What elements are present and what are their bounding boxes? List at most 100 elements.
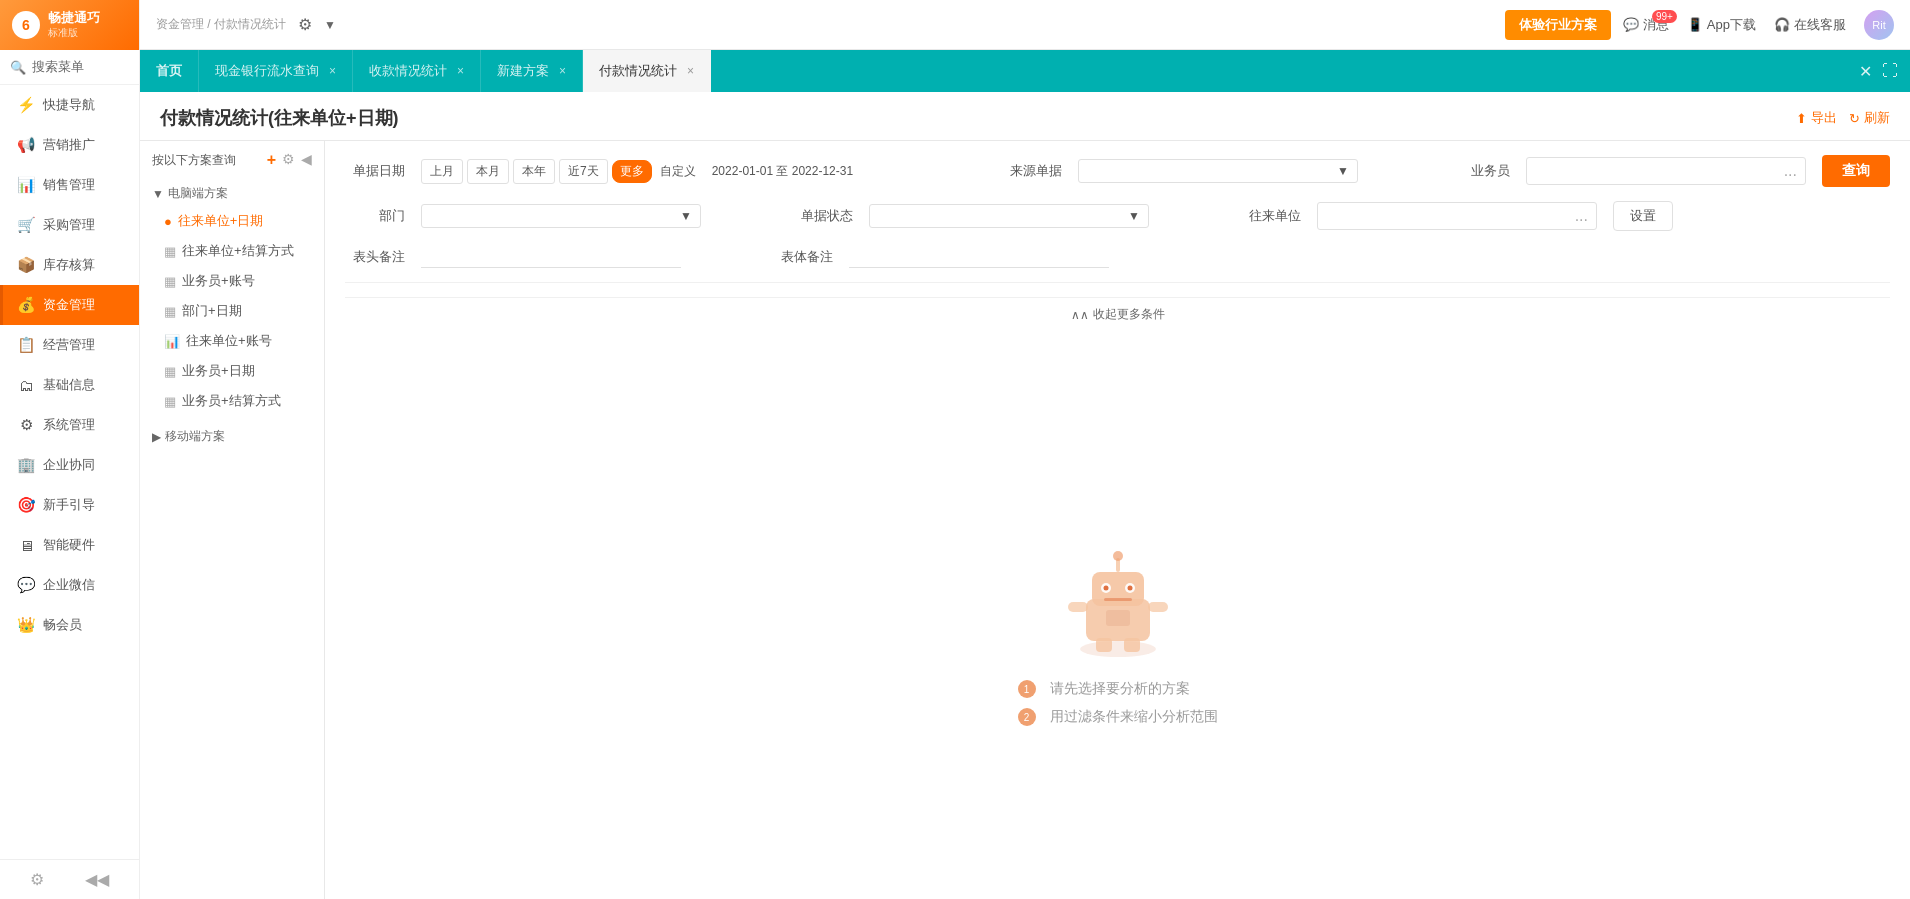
sidebar-item-purchase[interactable]: 🛒 采购管理 — [0, 205, 139, 245]
tab-receivable-close[interactable]: × — [457, 64, 464, 78]
scheme-item-icon-5: ▦ — [164, 364, 176, 379]
sidebar-search[interactable]: 🔍 搜索菜单 — [0, 50, 139, 85]
sidebar-item-system[interactable]: ⚙ 系统管理 — [0, 405, 139, 445]
tabbar-close-icon[interactable]: ✕ — [1859, 62, 1872, 81]
member-icon: 👑 — [17, 616, 35, 634]
status-select[interactable]: ▼ — [869, 204, 1149, 228]
sidebar-item-inventory[interactable]: 📦 库存核算 — [0, 245, 139, 285]
date-btn-last-month[interactable]: 上月 — [421, 159, 463, 184]
scheme-section-mobile: ▶ 移动端方案 — [140, 420, 324, 453]
sidebar-item-marketing[interactable]: 📢 营销推广 — [0, 125, 139, 165]
message-btn[interactable]: 💬 消息 99+ — [1623, 16, 1669, 34]
service-btn[interactable]: 🎧 在线客服 — [1774, 16, 1846, 34]
topbar: 资金管理 / 付款情况统计 ⚙ ▼ 体验行业方案 💬 消息 99+ 📱 App下… — [140, 0, 1910, 50]
partner-select[interactable]: ... — [1317, 202, 1597, 230]
empty-hint-1: 1 请先选择要分析的方案 — [1018, 680, 1218, 698]
scheme-item-agent-date[interactable]: ▦ 业务员+日期 — [140, 356, 324, 386]
scheme-settings-btn[interactable]: ⚙ — [282, 151, 295, 169]
dept-select[interactable]: ▼ — [421, 204, 701, 228]
filter-row-1: 单据日期 上月 本月 本年 近7天 更多 自定义 2022-01-01 至 20… — [345, 155, 1890, 187]
topbar-dropdown-icon[interactable]: ▼ — [324, 18, 336, 32]
filter-row-2: 部门 ▼ 单据状态 ▼ 往来单位 — [345, 201, 1890, 231]
svg-point-8 — [1113, 551, 1123, 561]
source-select[interactable]: ▼ — [1078, 159, 1358, 183]
scheme-item-partner-date[interactable]: ● 往来单位+日期 — [140, 206, 324, 236]
app-download-btn[interactable]: 📱 App下载 — [1687, 16, 1756, 34]
scheme-item-agent-settle[interactable]: ▦ 业务员+结算方式 — [140, 386, 324, 416]
tab-home[interactable]: 首页 — [140, 50, 199, 92]
agent-select[interactable]: ... — [1526, 157, 1806, 185]
empty-hints: 1 请先选择要分析的方案 2 用过滤条件来缩小分析范围 — [1018, 680, 1218, 726]
sidebar-item-capital[interactable]: 💰 资金管理 — [0, 285, 139, 325]
agent-label: 业务员 — [1450, 162, 1510, 180]
tab-payment-close[interactable]: × — [687, 64, 694, 78]
trial-btn[interactable]: 体验行业方案 — [1505, 10, 1611, 40]
body-note-input[interactable] — [849, 245, 1109, 268]
scheme-panel: 按以下方案查询 + ⚙ ◀ ▼ 电脑端方案 ● 往来单位+日期 — [140, 141, 325, 899]
service-icon: 🎧 — [1774, 17, 1790, 32]
sidebar-item-hardware[interactable]: 🖥 智能硬件 — [0, 525, 139, 565]
guide-icon: 🎯 — [17, 496, 35, 514]
tab-cash-close[interactable]: × — [329, 64, 336, 78]
date-btn-this-year[interactable]: 本年 — [513, 159, 555, 184]
scheme-section-arrow-icon: ▼ — [152, 187, 164, 201]
export-icon: ⬆ — [1796, 111, 1807, 126]
sidebar-item-guide[interactable]: 🎯 新手引导 — [0, 485, 139, 525]
tab-new-scheme[interactable]: 新建方案 × — [481, 50, 583, 92]
sidebar: 6 畅捷通巧 标准版 🔍 搜索菜单 ⚡ 快捷导航 📢 营销推广 📊 销售管理 🛒… — [0, 0, 140, 899]
sidebar-logo: 6 畅捷通巧 标准版 — [0, 0, 139, 50]
sidebar-item-quick-nav[interactable]: ⚡ 快捷导航 — [0, 85, 139, 125]
scheme-mobile-arrow-icon: ▶ — [152, 430, 161, 444]
sidebar-item-basic[interactable]: 🗂 基础信息 — [0, 365, 139, 405]
date-btn-this-month[interactable]: 本月 — [467, 159, 509, 184]
export-btn[interactable]: ⬆ 导出 — [1796, 109, 1837, 127]
scheme-item-partner-account[interactable]: 📊 往来单位+账号 — [140, 326, 324, 356]
collapse-bar[interactable]: ∧∧ 收起更多条件 — [345, 297, 1890, 331]
sidebar-item-sales[interactable]: 📊 销售管理 — [0, 165, 139, 205]
scheme-add-btn[interactable]: + — [267, 151, 276, 169]
purchase-icon: 🛒 — [17, 216, 35, 234]
svg-rect-13 — [1124, 638, 1140, 652]
settings-btn[interactable]: 设置 — [1613, 201, 1673, 231]
agent-dots-icon[interactable]: ... — [1784, 162, 1797, 180]
sidebar-item-operation[interactable]: 📋 经营管理 — [0, 325, 139, 365]
refresh-btn[interactable]: ↻ 刷新 — [1849, 109, 1890, 127]
scheme-section-mobile-title[interactable]: ▶ 移动端方案 — [140, 424, 324, 449]
tab-new-scheme-close[interactable]: × — [559, 64, 566, 78]
scheme-section-pc-title[interactable]: ▼ 电脑端方案 — [140, 181, 324, 206]
query-btn[interactable]: 查询 — [1822, 155, 1890, 187]
tab-payment[interactable]: 付款情况统计 × — [583, 50, 711, 92]
date-btn-7days[interactable]: 近7天 — [559, 159, 608, 184]
page-title: 付款情况统计(往来单位+日期) — [160, 106, 399, 130]
partner-label: 往来单位 — [1241, 207, 1301, 225]
wechat-icon: 💬 — [17, 576, 35, 594]
header-note-input[interactable] — [421, 245, 681, 268]
sidebar-item-wechat[interactable]: 💬 企业微信 — [0, 565, 139, 605]
sidebar-collapse-btn[interactable]: ◀◀ — [85, 870, 109, 889]
user-avatar[interactable]: Rit — [1864, 10, 1894, 40]
sidebar-settings-btn[interactable]: ⚙ — [30, 870, 44, 889]
topbar-icons: 💬 消息 99+ 📱 App下载 🎧 在线客服 Rit — [1623, 10, 1894, 40]
scheme-item-partner-settle[interactable]: ▦ 往来单位+结算方式 — [140, 236, 324, 266]
empty-illustration — [1058, 544, 1178, 664]
sidebar-item-member[interactable]: 👑 畅会员 — [0, 605, 139, 645]
dept-dropdown-icon: ▼ — [680, 209, 692, 223]
tabbar-expand-icon[interactable]: ⛶ — [1882, 62, 1898, 80]
scheme-item-icon-4: 📊 — [164, 334, 180, 349]
scheme-item-dept-date[interactable]: ▦ 部门+日期 — [140, 296, 324, 326]
filter-row-3: 表头备注 表体备注 — [345, 245, 1890, 283]
scheme-collapse-btn[interactable]: ◀ — [301, 151, 312, 169]
source-dropdown-icon: ▼ — [1337, 164, 1349, 178]
date-btn-more[interactable]: 更多 — [612, 160, 652, 183]
logo-icon: 6 — [12, 11, 40, 39]
header-note-label: 表头备注 — [345, 248, 405, 266]
topbar-gear-icon[interactable]: ⚙ — [298, 15, 312, 34]
partner-dots-icon[interactable]: ... — [1575, 207, 1588, 225]
svg-rect-14 — [1106, 610, 1130, 626]
body-note-label: 表体备注 — [773, 248, 833, 266]
scheme-item-agent-account[interactable]: ▦ 业务员+账号 — [140, 266, 324, 296]
tab-cash[interactable]: 现金银行流水查询 × — [199, 50, 353, 92]
page-top: 付款情况统计(往来单位+日期) ⬆ 导出 ↻ 刷新 — [140, 92, 1910, 140]
sidebar-item-enterprise[interactable]: 🏢 企业协同 — [0, 445, 139, 485]
tab-receivable[interactable]: 收款情况统计 × — [353, 50, 481, 92]
